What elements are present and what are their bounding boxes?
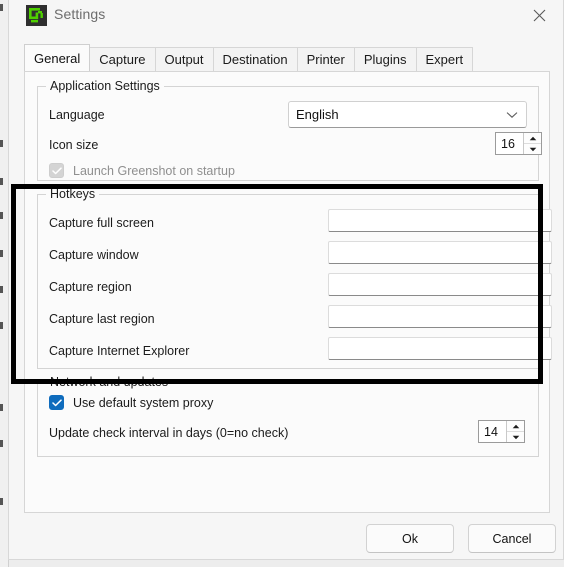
close-icon[interactable] xyxy=(517,0,561,31)
spinner-down-icon[interactable] xyxy=(524,144,541,154)
hotkey-label-region: Capture region xyxy=(49,280,132,294)
tab-printer[interactable]: Printer xyxy=(296,47,355,71)
language-value: English xyxy=(296,107,339,122)
ok-button[interactable]: Ok xyxy=(366,524,454,553)
tab-destination[interactable]: Destination xyxy=(212,47,298,71)
application-settings-group: Application Settings Language English Ic… xyxy=(37,79,542,181)
hotkey-input-internet-explorer[interactable] xyxy=(328,337,552,360)
update-check-interval-value: 14 xyxy=(484,424,498,439)
launch-on-startup-checkbox: Launch Greenshot on startup xyxy=(49,163,235,178)
use-default-system-proxy-label: Use default system proxy xyxy=(73,395,214,410)
hotkey-label-window: Capture window xyxy=(49,248,139,262)
tab-label: General xyxy=(34,50,81,66)
spinner-up-icon[interactable] xyxy=(524,133,541,144)
cancel-button-label: Cancel xyxy=(492,531,532,546)
tab-plugins[interactable]: Plugins xyxy=(353,47,417,71)
tab-label: Output xyxy=(164,52,204,67)
spinner-up-icon[interactable] xyxy=(507,421,524,432)
tab-label: Destination xyxy=(222,52,288,67)
background-window-marks xyxy=(0,0,3,567)
checkbox-box xyxy=(49,395,64,410)
tab-general[interactable]: General xyxy=(24,44,91,71)
spinner-arrows xyxy=(523,133,541,154)
cancel-button[interactable]: Cancel xyxy=(468,524,556,553)
use-default-system-proxy-checkbox[interactable]: Use default system proxy xyxy=(49,395,213,410)
hotkeys-group: Hotkeys Capture full screen Capture wind… xyxy=(37,187,552,369)
greenshot-logo-icon xyxy=(26,5,47,26)
tab-label: Expert xyxy=(425,52,464,67)
checkbox-box xyxy=(49,163,64,178)
application-settings-title: Application Settings xyxy=(46,79,164,93)
hotkey-label-last-region: Capture last region xyxy=(49,312,155,326)
title-bar: Settings xyxy=(9,0,563,31)
ok-button-label: Ok xyxy=(402,531,418,546)
desktop-background: Settings General Capture Output Destinat… xyxy=(0,0,564,567)
window-title: Settings xyxy=(54,6,106,22)
tab-strip: General Capture Output Destination Print… xyxy=(24,44,474,71)
tab-capture[interactable]: Capture xyxy=(89,47,156,71)
spinner-arrows xyxy=(506,421,524,442)
icon-size-value: 16 xyxy=(501,136,515,151)
hotkey-label-full-screen: Capture full screen xyxy=(49,216,154,230)
tab-expert[interactable]: Expert xyxy=(415,47,474,71)
language-select[interactable]: English xyxy=(288,101,527,128)
spinner-down-icon[interactable] xyxy=(507,432,524,442)
chevron-down-icon xyxy=(506,111,518,119)
launch-on-startup-label: Launch Greenshot on startup xyxy=(73,163,235,178)
hotkey-input-last-region[interactable] xyxy=(328,305,552,328)
hotkey-input-full-screen[interactable] xyxy=(328,209,552,232)
tab-label: Capture xyxy=(99,52,146,67)
hotkey-input-window[interactable] xyxy=(328,241,552,264)
tab-label: Printer xyxy=(306,52,345,67)
hotkey-label-internet-explorer: Capture Internet Explorer xyxy=(49,344,190,358)
hotkey-input-region[interactable] xyxy=(328,273,552,296)
general-tab-panel: Application Settings Language English Ic… xyxy=(24,71,552,513)
icon-size-stepper[interactable]: 16 xyxy=(495,132,542,155)
tab-label: Plugins xyxy=(363,52,407,67)
icon-size-label: Icon size xyxy=(49,138,99,152)
update-check-interval-stepper[interactable]: 14 xyxy=(478,420,525,443)
hotkeys-title: Hotkeys xyxy=(46,187,100,201)
settings-dialog: Settings General Capture Output Destinat… xyxy=(8,0,564,560)
network-and-updates-group: Network and updates Use default system p… xyxy=(37,375,539,457)
language-label: Language xyxy=(49,108,105,122)
update-check-interval-label: Update check interval in days (0=no chec… xyxy=(49,426,289,440)
network-and-updates-title: Network and updates xyxy=(46,375,173,389)
tab-output[interactable]: Output xyxy=(154,47,214,71)
